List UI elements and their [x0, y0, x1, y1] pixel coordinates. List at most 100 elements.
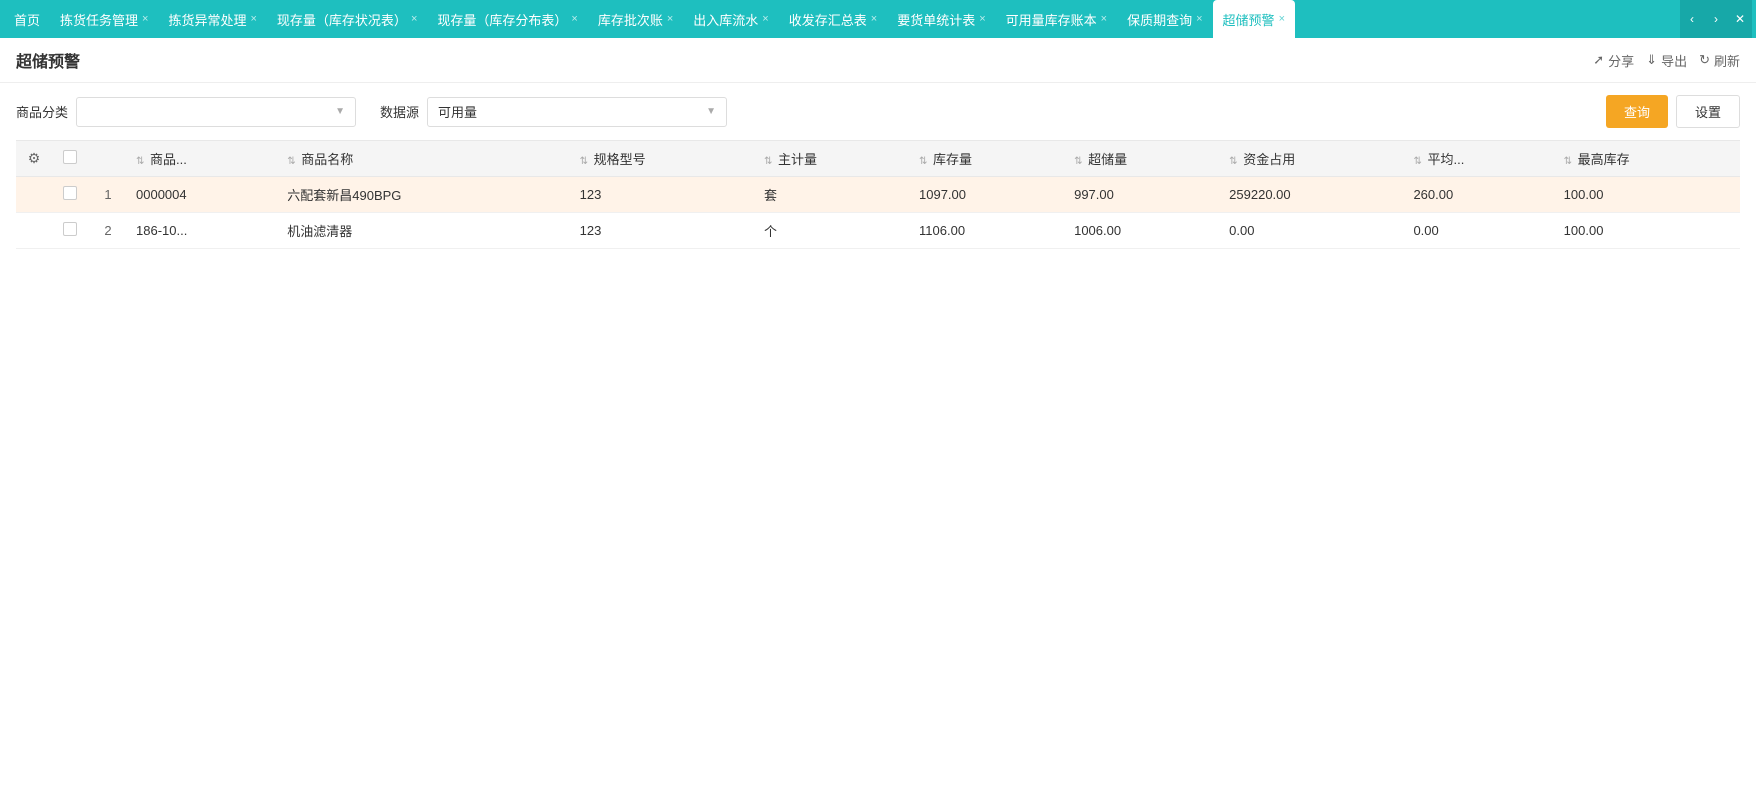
page-header: 超储预警 ➚ 分享 ⇓ 导出 ↻ 刷新	[0, 38, 1756, 83]
nav-collect-send[interactable]: 收发存汇总表 ×	[779, 0, 887, 38]
sort-icon: ⇅	[1229, 156, 1237, 167]
refresh-icon: ↻	[1699, 52, 1710, 68]
row-unit: 套	[756, 177, 911, 213]
sort-icon: ⇅	[136, 156, 144, 167]
settings-icon[interactable]: ⚙	[28, 150, 41, 166]
col-header-stock[interactable]: ⇅ 库存量	[911, 141, 1066, 177]
nav-home[interactable]: 首页	[4, 0, 50, 38]
sort-icon: ⇅	[919, 156, 927, 167]
row-capital: 0.00	[1221, 213, 1405, 249]
query-button[interactable]: 查询	[1606, 95, 1668, 128]
share-button[interactable]: ➚ 分享	[1593, 51, 1634, 70]
nav-stock-status[interactable]: 现存量（库存状况表） ×	[267, 0, 427, 38]
filter-buttons: 查询 设置	[1606, 95, 1740, 128]
chevron-down-icon: ▼	[335, 106, 345, 117]
col-header-overstock[interactable]: ⇅ 超储量	[1066, 141, 1221, 177]
nav-stock-batch[interactable]: 库存批次账 ×	[588, 0, 683, 38]
share-icon: ➚	[1593, 52, 1604, 68]
row-spec: 123	[572, 177, 756, 213]
close-icon[interactable]: ×	[142, 13, 148, 25]
nav-overstock[interactable]: 超储预警 ×	[1213, 0, 1295, 38]
row-capital: 259220.00	[1221, 177, 1405, 213]
close-icon[interactable]: ×	[1196, 13, 1202, 25]
nav-prev-button[interactable]: ‹	[1680, 0, 1704, 38]
col-header-code[interactable]: ⇅ 商品...	[128, 141, 279, 177]
col-header-capital[interactable]: ⇅ 资金占用	[1221, 141, 1405, 177]
row-code: 186-10...	[128, 213, 279, 249]
category-filter: 商品分类 ▼	[16, 97, 356, 127]
datasource-select[interactable]: 可用量 ▼	[427, 97, 727, 127]
col-header-name[interactable]: ⇅ 商品名称	[279, 141, 571, 177]
close-icon[interactable]: ×	[762, 13, 768, 25]
export-button[interactable]: ⇓ 导出	[1646, 51, 1687, 70]
nav-arrows: ‹ › ✕	[1680, 0, 1752, 38]
row-maxstock: 100.00	[1556, 213, 1740, 249]
sort-icon: ⇅	[1413, 156, 1421, 167]
row-seq: 1	[88, 177, 128, 213]
col-header-spec[interactable]: ⇅ 规格型号	[572, 141, 756, 177]
datasource-filter: 数据源 可用量 ▼	[380, 97, 727, 127]
setting-button[interactable]: 设置	[1676, 95, 1740, 128]
nav-exception[interactable]: 拣货异常处理 ×	[158, 0, 266, 38]
table-row: 1 0000004 六配套新昌490BPG 123 套 1097.00 997.…	[16, 177, 1740, 213]
row-spec: 123	[572, 213, 756, 249]
close-icon[interactable]: ×	[1101, 13, 1107, 25]
row-avg: 260.00	[1405, 177, 1555, 213]
nav-next-button[interactable]: ›	[1704, 0, 1728, 38]
row-seq: 2	[88, 213, 128, 249]
col-header-seq	[88, 141, 128, 177]
row-unit: 个	[756, 213, 911, 249]
table-row: 2 186-10... 机油滤清器 123 个 1106.00 1006.00 …	[16, 213, 1740, 249]
datasource-value: 可用量	[438, 102, 477, 121]
select-all-checkbox[interactable]	[63, 150, 77, 164]
close-icon[interactable]: ×	[250, 13, 256, 25]
row-check	[52, 213, 88, 249]
row-maxstock: 100.00	[1556, 177, 1740, 213]
table-header-row: ⚙ ⇅ 商品... ⇅ 商品名称 ⇅ 规格型号	[16, 141, 1740, 177]
nav-task-mgmt[interactable]: 拣货任务管理 ×	[50, 0, 158, 38]
sort-icon: ⇅	[287, 156, 295, 167]
close-icon[interactable]: ×	[1279, 13, 1285, 25]
row-gear	[16, 213, 52, 249]
row-gear	[16, 177, 52, 213]
data-table: ⚙ ⇅ 商品... ⇅ 商品名称 ⇅ 规格型号	[16, 140, 1740, 249]
col-header-maxstock[interactable]: ⇅ 最高库存	[1556, 141, 1740, 177]
sort-icon: ⇅	[580, 156, 588, 167]
close-icon[interactable]: ×	[667, 13, 673, 25]
row-checkbox[interactable]	[63, 222, 77, 236]
col-header-avg[interactable]: ⇅ 平均...	[1405, 141, 1555, 177]
row-code: 0000004	[128, 177, 279, 213]
datasource-label: 数据源	[380, 102, 419, 121]
nav-available-stock[interactable]: 可用量库存账本 ×	[996, 0, 1117, 38]
nav-expiry[interactable]: 保质期查询 ×	[1117, 0, 1212, 38]
sort-icon: ⇅	[1074, 156, 1082, 167]
category-select[interactable]: ▼	[76, 97, 356, 127]
sort-icon: ⇅	[1564, 156, 1572, 167]
row-stock: 1106.00	[911, 213, 1066, 249]
row-overstock: 997.00	[1066, 177, 1221, 213]
row-stock: 1097.00	[911, 177, 1066, 213]
row-name: 机油滤清器	[279, 213, 571, 249]
refresh-button[interactable]: ↻ 刷新	[1699, 51, 1740, 70]
nav-inout-flow[interactable]: 出入库流水 ×	[683, 0, 778, 38]
chevron-down-icon: ▼	[706, 106, 716, 117]
row-check	[52, 177, 88, 213]
nav-stock-dist[interactable]: 现存量（库存分布表） ×	[427, 0, 587, 38]
page-title: 超储预警	[16, 48, 80, 72]
row-avg: 0.00	[1405, 213, 1555, 249]
col-header-check	[52, 141, 88, 177]
row-name: 六配套新昌490BPG	[279, 177, 571, 213]
header-actions: ➚ 分享 ⇓ 导出 ↻ 刷新	[1593, 51, 1740, 70]
nav-close-button[interactable]: ✕	[1728, 0, 1752, 38]
row-checkbox[interactable]	[63, 186, 77, 200]
close-icon[interactable]: ×	[411, 13, 417, 25]
col-header-unit[interactable]: ⇅ 主计量	[756, 141, 911, 177]
close-icon[interactable]: ×	[979, 13, 985, 25]
close-icon[interactable]: ×	[571, 13, 577, 25]
export-icon: ⇓	[1646, 52, 1657, 68]
filter-area: 商品分类 ▼ 数据源 可用量 ▼ 查询 设置	[0, 83, 1756, 140]
sort-icon: ⇅	[764, 156, 772, 167]
col-header-gear: ⚙	[16, 141, 52, 177]
close-icon[interactable]: ×	[871, 13, 877, 25]
nav-order-stats[interactable]: 要货单统计表 ×	[887, 0, 995, 38]
